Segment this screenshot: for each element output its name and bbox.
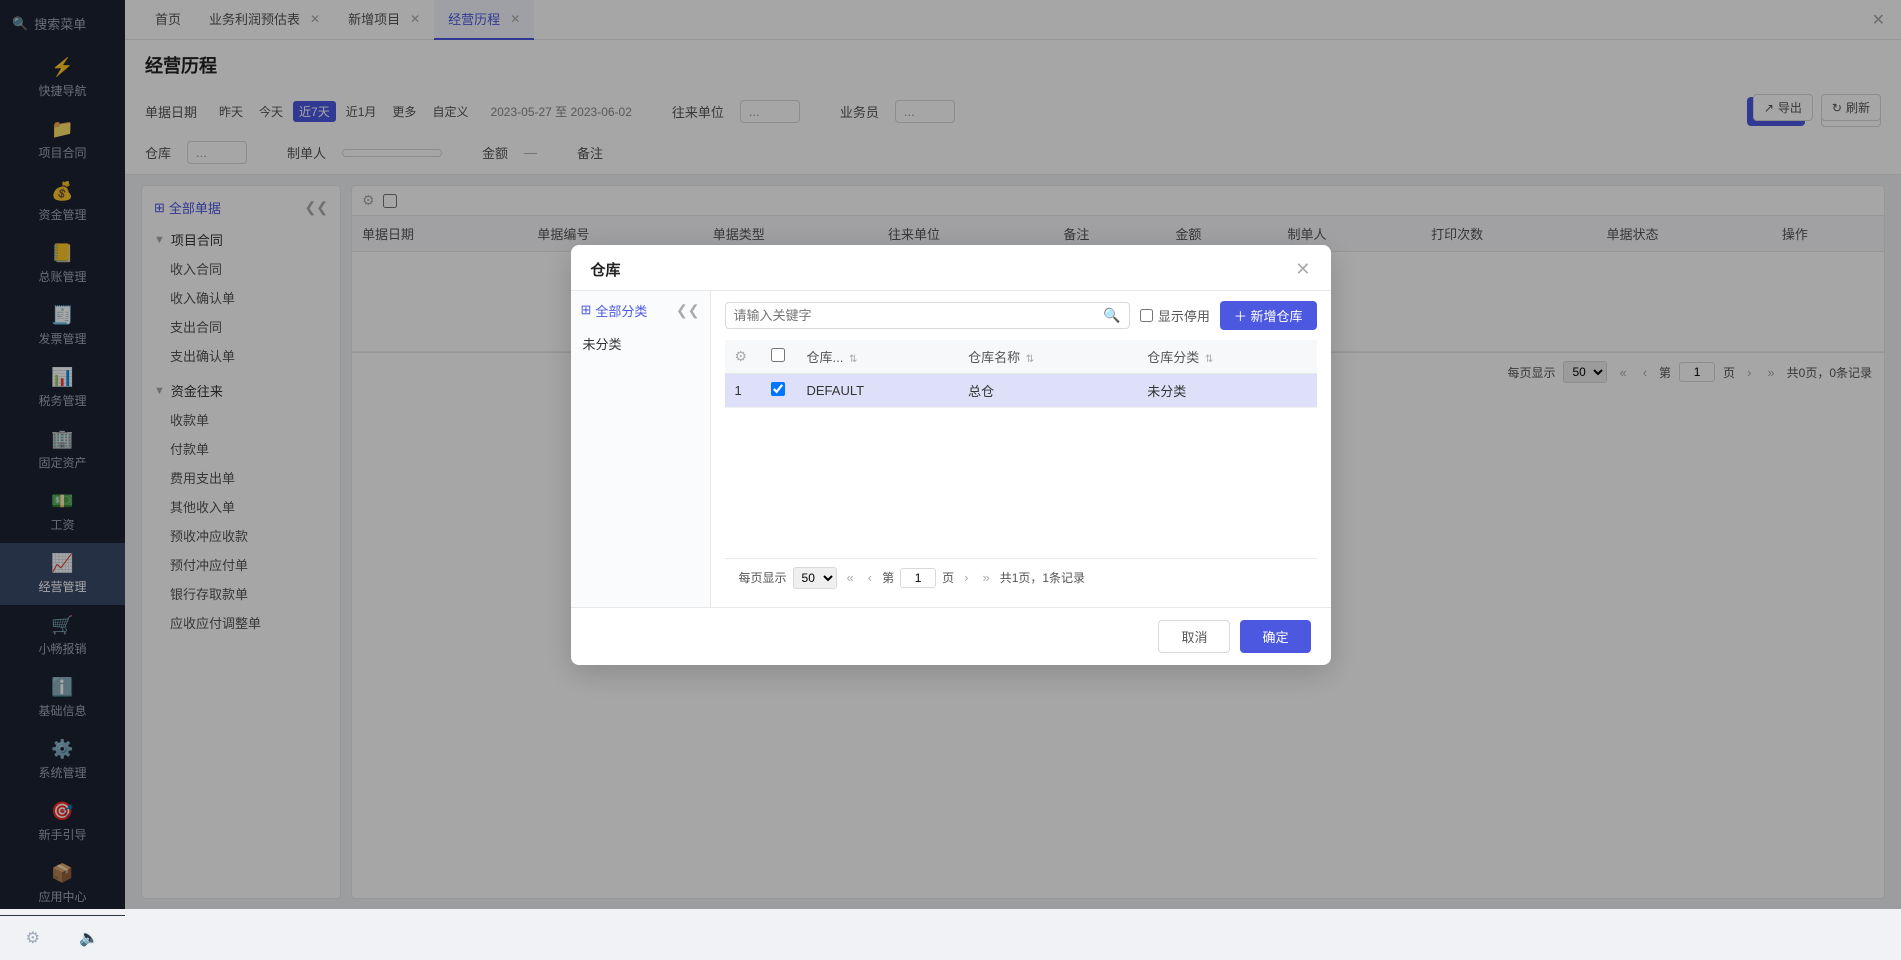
- modal-page-size-select[interactable]: 50: [793, 567, 837, 589]
- modal-col-code: 仓库... ⇅: [797, 340, 959, 374]
- modal-col-checkbox: [761, 340, 797, 374]
- modal-close-button[interactable]: ✕: [1295, 259, 1310, 280]
- sort-name-icon: ⇅: [1026, 354, 1034, 365]
- modal-header: 仓库 ✕: [571, 245, 1331, 291]
- sidebar-bottom: ⚙ 🔈: [0, 915, 125, 960]
- settings-bottom-icon[interactable]: ⚙: [26, 928, 40, 948]
- row-category: 未分类: [1137, 373, 1316, 407]
- row-code: DEFAULT: [797, 373, 959, 407]
- modal-table-row[interactable]: 1 DEFAULT 总仓 未分类: [725, 373, 1317, 407]
- show-disabled-checkbox[interactable]: [1140, 309, 1153, 322]
- modal-search-icon: 🔍: [1103, 307, 1120, 324]
- volume-icon[interactable]: 🔈: [79, 928, 99, 948]
- modal-pagination: 每页显示 50 « ‹ 第 页 › » 共1页，1条记录: [739, 567, 1086, 589]
- modal-col-name: 仓库名称 ⇅: [958, 340, 1137, 374]
- row-seq: 1: [725, 373, 761, 407]
- modal-left-collapse[interactable]: ❮❮: [676, 302, 699, 319]
- modal-search-input[interactable]: [734, 308, 1098, 323]
- show-disabled-label[interactable]: 显示停用: [1140, 306, 1210, 325]
- modal-title: 仓库: [591, 259, 621, 280]
- modal-cat-unclassified[interactable]: 未分类: [571, 326, 710, 361]
- modal-col-settings: ⚙: [725, 340, 761, 374]
- modal-toolbar: 🔍 显示停用 ＋ 新增仓库: [725, 301, 1317, 330]
- add-warehouse-button[interactable]: ＋ 新增仓库: [1220, 301, 1317, 330]
- modal-table-wrap: ⚙ 仓库... ⇅ 仓库名称: [725, 340, 1317, 558]
- sort-code-icon: ⇅: [849, 354, 857, 365]
- row-checkbox[interactable]: [771, 382, 785, 396]
- modal-confirm-button[interactable]: 确定: [1240, 620, 1310, 653]
- modal-right-panel: 🔍 显示停用 ＋ 新增仓库 ⚙: [711, 291, 1331, 607]
- row-name: 总仓: [958, 373, 1137, 407]
- row-checkbox-cell: [761, 373, 797, 407]
- modal-last-page[interactable]: »: [978, 568, 993, 587]
- modal-footer-actions: 取消 确定: [571, 607, 1331, 665]
- modal-col-category: 仓库分类 ⇅: [1137, 340, 1316, 374]
- modal-search-box: 🔍: [725, 302, 1130, 329]
- sort-cat-icon: ⇅: [1205, 354, 1213, 365]
- modal-select-all[interactable]: [771, 348, 785, 362]
- modal-page-input[interactable]: [900, 568, 936, 588]
- modal-gear-icon[interactable]: ⚙: [735, 348, 748, 364]
- grid-icon2: ⊞: [581, 302, 592, 318]
- warehouse-modal: 仓库 ✕ ⊞ 全部分类 ❮❮ 未分类: [571, 245, 1331, 665]
- modal-table-header-row: ⚙ 仓库... ⇅ 仓库名称: [725, 340, 1317, 374]
- modal-table: ⚙ 仓库... ⇅ 仓库名称: [725, 340, 1317, 408]
- modal-left-header: ⊞ 全部分类 ❮❮: [571, 291, 710, 326]
- modal-category-title: ⊞ 全部分类: [581, 301, 648, 320]
- modal-prev-page[interactable]: ‹: [864, 568, 876, 587]
- modal-category-panel: ⊞ 全部分类 ❮❮ 未分类: [571, 291, 711, 607]
- modal-body: ⊞ 全部分类 ❮❮ 未分类 🔍 显示停用: [571, 291, 1331, 607]
- modal-overlay: 仓库 ✕ ⊞ 全部分类 ❮❮ 未分类: [0, 0, 1901, 909]
- modal-pagination-bar: 每页显示 50 « ‹ 第 页 › » 共1页，1条记录: [725, 558, 1317, 597]
- modal-next-page[interactable]: ›: [960, 568, 972, 587]
- modal-cancel-button[interactable]: 取消: [1158, 620, 1230, 653]
- modal-first-page[interactable]: «: [843, 568, 858, 587]
